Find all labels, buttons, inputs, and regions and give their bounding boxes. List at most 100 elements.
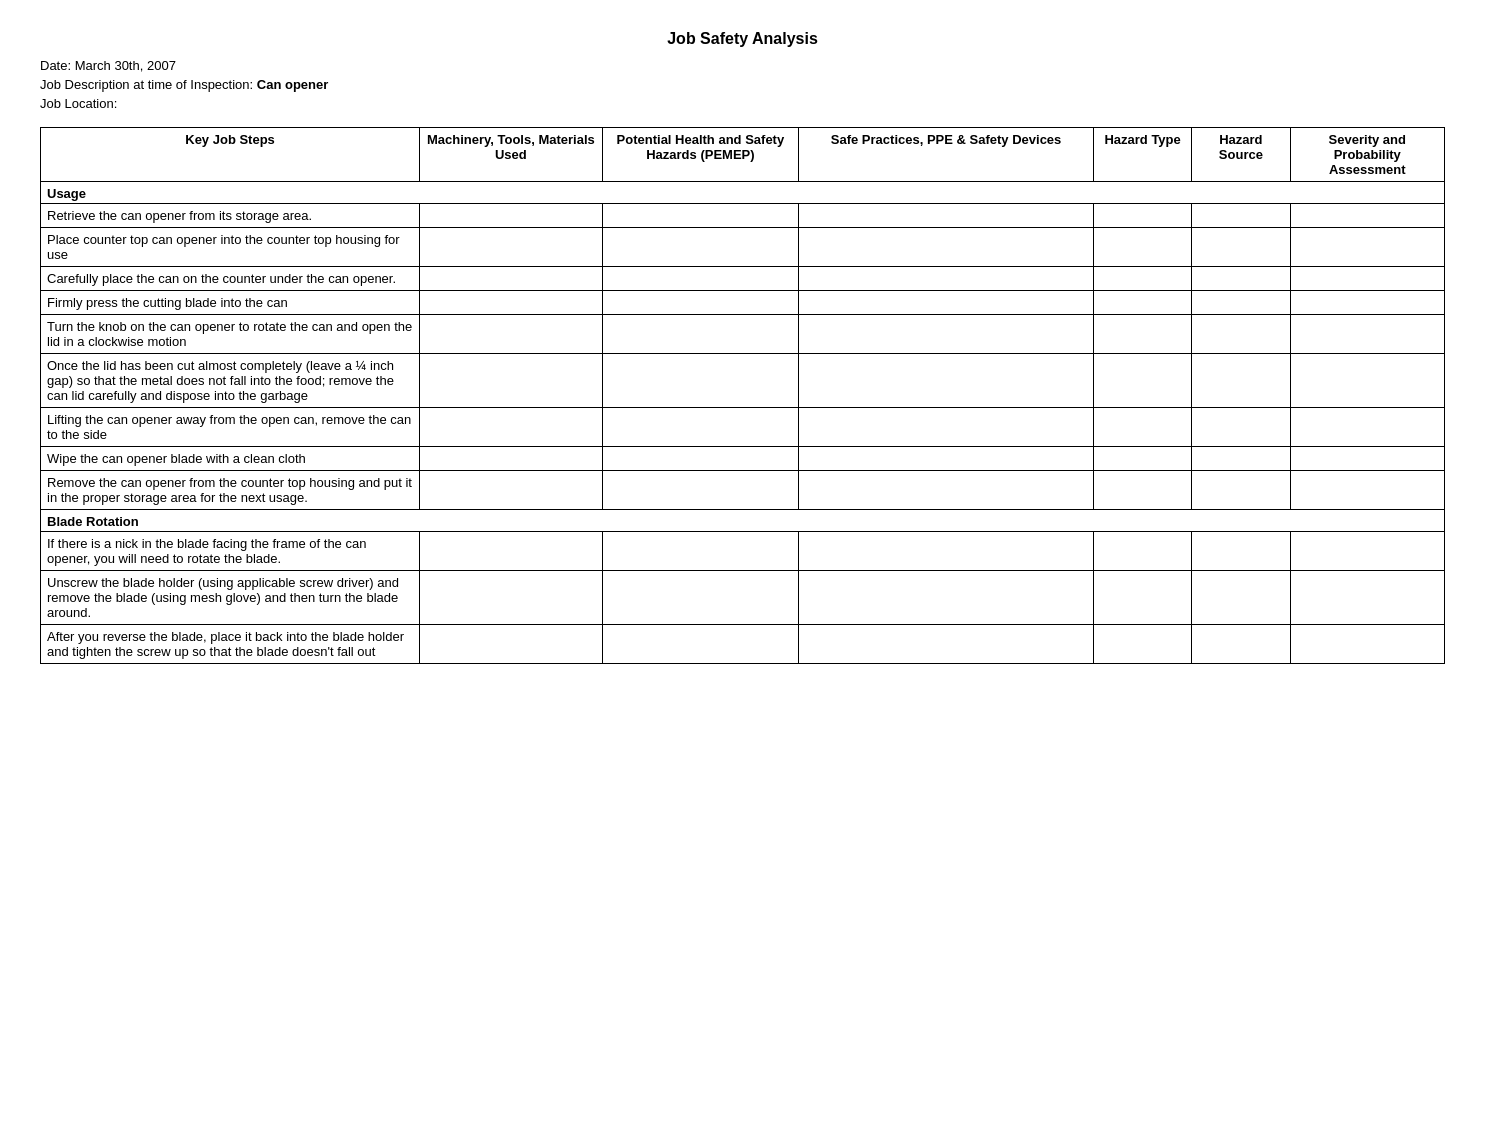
cell-hazards [602, 354, 799, 408]
table-row: Once the lid has been cut almost complet… [41, 354, 1445, 408]
cell-step: Turn the knob on the can opener to rotat… [41, 315, 420, 354]
header-severity: Severity and Probability Assessment [1290, 128, 1444, 182]
cell-hsource [1192, 291, 1290, 315]
header-machinery: Machinery, Tools, Materials Used [420, 128, 603, 182]
cell-step: Retrieve the can opener from its storage… [41, 204, 420, 228]
cell-step: Once the lid has been cut almost complet… [41, 354, 420, 408]
table-row: Retrieve the can opener from its storage… [41, 204, 1445, 228]
cell-hsource [1192, 228, 1290, 267]
cell-hsource [1192, 204, 1290, 228]
cell-safe [799, 291, 1094, 315]
cell-htype [1093, 447, 1191, 471]
cell-machinery [420, 447, 603, 471]
header-potential-health: Potential Health and Safety Hazards (PEM… [602, 128, 799, 182]
cell-severity [1290, 571, 1444, 625]
cell-hsource [1192, 471, 1290, 510]
cell-machinery [420, 571, 603, 625]
cell-step: Wipe the can opener blade with a clean c… [41, 447, 420, 471]
cell-machinery [420, 354, 603, 408]
cell-safe [799, 471, 1094, 510]
cell-severity [1290, 532, 1444, 571]
cell-severity [1290, 315, 1444, 354]
cell-htype [1093, 315, 1191, 354]
cell-hazards [602, 228, 799, 267]
header-hazard-source: Hazard Source [1192, 128, 1290, 182]
cell-step: Carefully place the can on the counter u… [41, 267, 420, 291]
cell-machinery [420, 228, 603, 267]
cell-severity [1290, 267, 1444, 291]
cell-htype [1093, 354, 1191, 408]
cell-severity [1290, 408, 1444, 447]
cell-hsource [1192, 315, 1290, 354]
table-row: Wipe the can opener blade with a clean c… [41, 447, 1445, 471]
cell-hsource [1192, 532, 1290, 571]
cell-severity [1290, 291, 1444, 315]
cell-hsource [1192, 408, 1290, 447]
header-key-job-steps: Key Job Steps [41, 128, 420, 182]
section-header-row: Blade Rotation [41, 510, 1445, 532]
cell-hazards [602, 408, 799, 447]
cell-hsource [1192, 571, 1290, 625]
cell-hazards [602, 471, 799, 510]
section-header-row: Usage [41, 182, 1445, 204]
cell-severity [1290, 228, 1444, 267]
cell-hsource [1192, 267, 1290, 291]
section-name: Blade Rotation [41, 510, 1445, 532]
cell-step: Place counter top can opener into the co… [41, 228, 420, 267]
cell-step: If there is a nick in the blade facing t… [41, 532, 420, 571]
cell-safe [799, 532, 1094, 571]
cell-machinery [420, 532, 603, 571]
cell-safe [799, 228, 1094, 267]
cell-htype [1093, 228, 1191, 267]
cell-safe [799, 447, 1094, 471]
cell-machinery [420, 625, 603, 664]
meta-date: Date: March 30th, 2007 [40, 58, 1445, 73]
cell-hazards [602, 571, 799, 625]
cell-safe [799, 354, 1094, 408]
jsa-table: Key Job Steps Machinery, Tools, Material… [40, 127, 1445, 664]
meta-job-location: Job Location: [40, 96, 1445, 111]
table-header-row: Key Job Steps Machinery, Tools, Material… [41, 128, 1445, 182]
cell-hazards [602, 291, 799, 315]
table-row: Place counter top can opener into the co… [41, 228, 1445, 267]
cell-machinery [420, 267, 603, 291]
job-description-value: Can opener [257, 77, 329, 92]
cell-step: After you reverse the blade, place it ba… [41, 625, 420, 664]
header-hazard-type: Hazard Type [1093, 128, 1191, 182]
cell-hazards [602, 315, 799, 354]
cell-machinery [420, 471, 603, 510]
cell-machinery [420, 291, 603, 315]
table-row: After you reverse the blade, place it ba… [41, 625, 1445, 664]
cell-severity [1290, 471, 1444, 510]
cell-machinery [420, 408, 603, 447]
cell-htype [1093, 204, 1191, 228]
table-row: Carefully place the can on the counter u… [41, 267, 1445, 291]
cell-safe [799, 571, 1094, 625]
cell-step: Unscrew the blade holder (using applicab… [41, 571, 420, 625]
cell-step: Firmly press the cutting blade into the … [41, 291, 420, 315]
table-row: If there is a nick in the blade facing t… [41, 532, 1445, 571]
cell-htype [1093, 571, 1191, 625]
table-row: Remove the can opener from the counter t… [41, 471, 1445, 510]
table-container: Key Job Steps Machinery, Tools, Material… [40, 127, 1445, 664]
cell-severity [1290, 354, 1444, 408]
cell-step: Lifting the can opener away from the ope… [41, 408, 420, 447]
cell-machinery [420, 315, 603, 354]
cell-hazards [602, 204, 799, 228]
cell-hazards [602, 532, 799, 571]
cell-htype [1093, 267, 1191, 291]
cell-hazards [602, 267, 799, 291]
cell-hsource [1192, 447, 1290, 471]
cell-hazards [602, 447, 799, 471]
table-row: Firmly press the cutting blade into the … [41, 291, 1445, 315]
cell-severity [1290, 204, 1444, 228]
section-name: Usage [41, 182, 1445, 204]
cell-hsource [1192, 354, 1290, 408]
page-title: Job Safety Analysis [40, 30, 1445, 48]
cell-step: Remove the can opener from the counter t… [41, 471, 420, 510]
cell-safe [799, 204, 1094, 228]
cell-severity [1290, 447, 1444, 471]
cell-htype [1093, 408, 1191, 447]
cell-htype [1093, 471, 1191, 510]
cell-safe [799, 315, 1094, 354]
